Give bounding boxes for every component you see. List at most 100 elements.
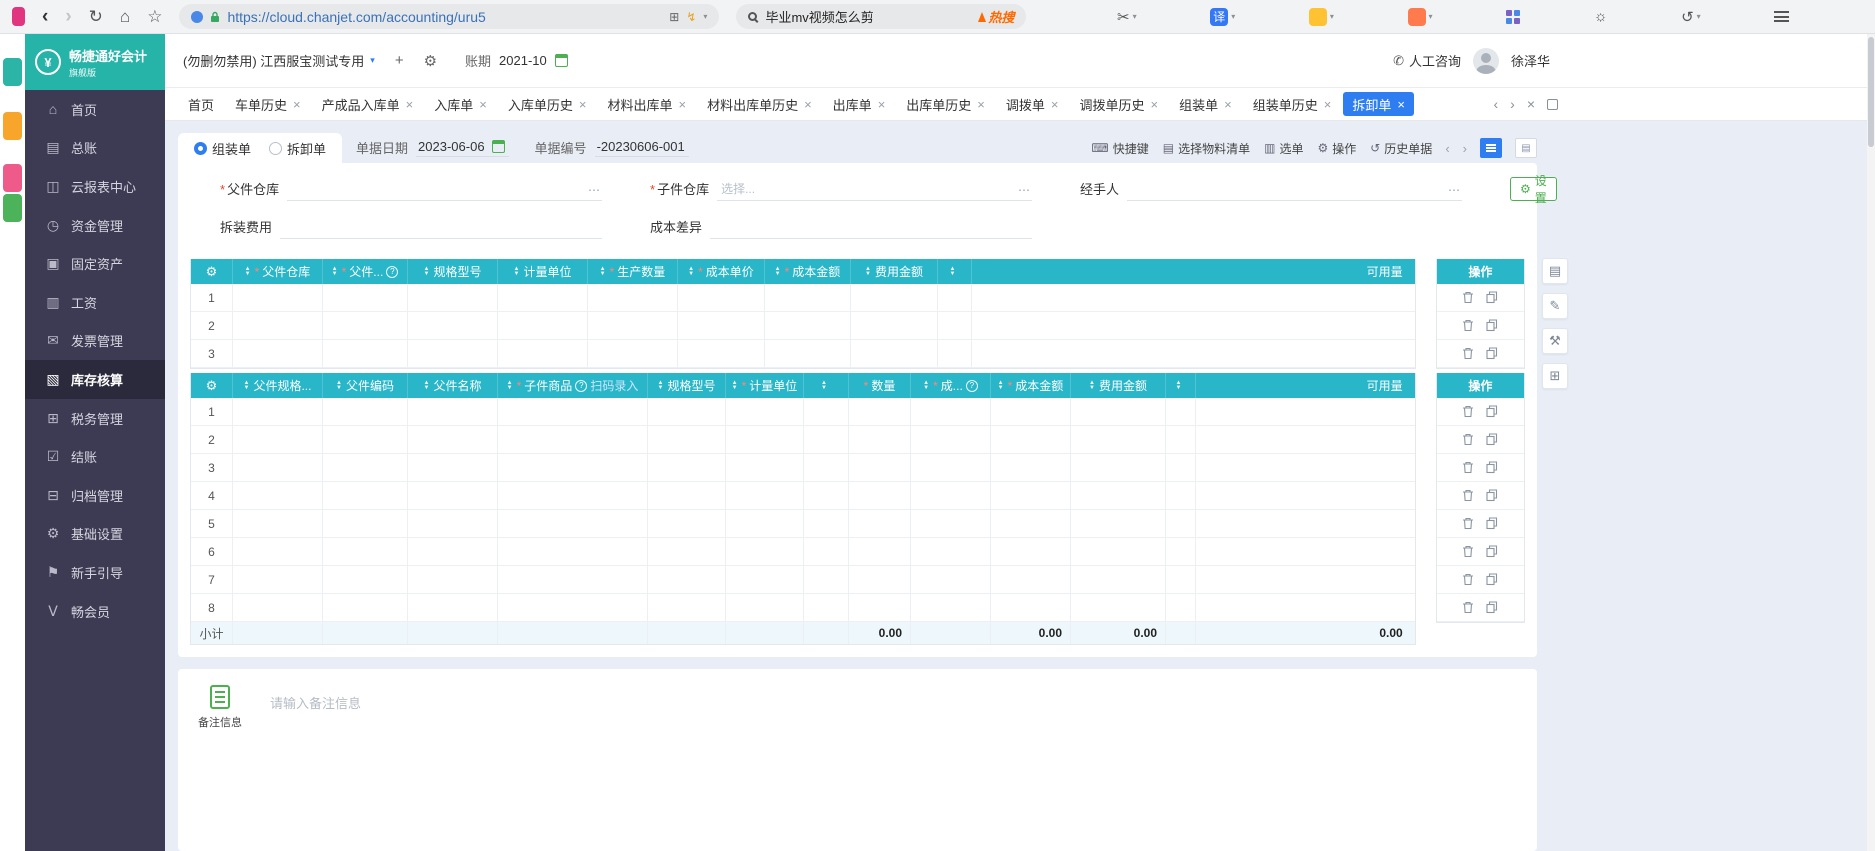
grid-cell[interactable] <box>911 538 991 565</box>
info-icon[interactable]: ? <box>965 379 978 392</box>
grid-cell[interactable] <box>1071 566 1166 593</box>
copy-row-icon[interactable] <box>1486 291 1498 304</box>
grid-cell[interactable] <box>938 284 972 311</box>
tabs-scroll-left-icon[interactable]: ‹ <box>1493 96 1498 112</box>
delete-row-icon[interactable] <box>1462 601 1474 614</box>
grid-cell[interactable] <box>1196 594 1415 621</box>
grid-cell[interactable] <box>849 566 911 593</box>
grid-cell[interactable] <box>804 594 849 621</box>
copy-row-icon[interactable] <box>1486 319 1498 332</box>
column-header[interactable]: ▲▼ * 父件名称 ? <box>408 373 498 398</box>
grid-cell[interactable] <box>323 594 408 621</box>
grid-cell[interactable] <box>1071 482 1166 509</box>
side-tool-button[interactable]: ⚒ <box>1542 328 1568 354</box>
grid-cell[interactable] <box>678 284 765 311</box>
grid-cell[interactable] <box>408 538 498 565</box>
apps-grid-button[interactable] <box>1506 9 1521 24</box>
grid-cell[interactable] <box>648 426 726 453</box>
grid-cell[interactable] <box>991 426 1071 453</box>
tab-close-icon[interactable]: × <box>878 98 886 111</box>
form-input[interactable]: ⋯ <box>710 217 1032 239</box>
grid-cell[interactable] <box>911 482 991 509</box>
toolbar-action[interactable]: ▤ 选择物料清单 <box>1163 140 1250 157</box>
grid-cell[interactable] <box>851 312 938 339</box>
toolbar-action[interactable]: ▥ 选单 <box>1264 140 1303 157</box>
grid-cell[interactable] <box>849 594 911 621</box>
sort-icon[interactable]: ▲ ▼ <box>424 380 430 391</box>
grid-cell[interactable] <box>1071 398 1166 425</box>
sort-icon[interactable]: ▲ ▼ <box>507 380 513 391</box>
grid-cell[interactable] <box>498 398 648 425</box>
more-icon[interactable]: ⋯ <box>1448 183 1460 197</box>
grid-cell[interactable] <box>1166 482 1196 509</box>
copy-row-icon[interactable] <box>1486 545 1498 558</box>
undo-button[interactable]: ↺ ▾ <box>1681 8 1701 26</box>
grid-cell[interactable] <box>323 538 408 565</box>
grid-cell[interactable] <box>648 594 726 621</box>
tab-close-icon[interactable]: × <box>406 98 414 111</box>
doc-date-input[interactable]: 2023-06-06 <box>416 139 509 157</box>
sidebar-item[interactable]: ⚑ 新手引导 <box>25 553 165 592</box>
grid-cell[interactable] <box>851 340 938 367</box>
grid-cell[interactable] <box>648 510 726 537</box>
form-input[interactable]: ⋯ <box>1127 179 1462 201</box>
grid-cell[interactable] <box>1196 538 1415 565</box>
sidebar-item[interactable]: ⊟ 归档管理 <box>25 476 165 515</box>
grid-cell[interactable] <box>1166 454 1196 481</box>
sidebar-item[interactable]: ◫ 云报表中心 <box>25 167 165 206</box>
grid-cell[interactable] <box>678 312 765 339</box>
more-icon[interactable]: ⋯ <box>1018 183 1030 197</box>
delete-row-icon[interactable] <box>1462 489 1474 502</box>
column-header[interactable]: ▲▼ * 规格型号 ? <box>648 373 726 398</box>
dock-icon-orange[interactable] <box>3 112 22 140</box>
sort-icon[interactable]: ▲ ▼ <box>732 380 738 391</box>
grid-cell[interactable] <box>1166 398 1196 425</box>
grid-cell[interactable] <box>1166 594 1196 621</box>
grid-cell[interactable] <box>726 454 804 481</box>
column-header[interactable]: ▲▼ * ? <box>938 259 972 284</box>
grid-cell[interactable] <box>911 426 991 453</box>
flash-icon[interactable]: ↯ <box>686 10 696 24</box>
delete-row-icon[interactable] <box>1462 319 1474 332</box>
next-doc-icon[interactable]: › <box>1463 141 1467 156</box>
hot-search-badge[interactable]: 热搜 <box>978 7 1014 26</box>
user-name[interactable]: 徐泽华 <box>1511 51 1550 70</box>
side-tool-button[interactable]: ✎ <box>1542 293 1568 319</box>
grid-cell[interactable] <box>726 426 804 453</box>
column-header[interactable]: ▲▼ * ? <box>804 373 849 398</box>
url-text[interactable]: https://cloud.chanjet.com/accounting/uru… <box>227 9 662 25</box>
sidebar-item[interactable]: ▤ 总账 <box>25 129 165 168</box>
grid-cell[interactable] <box>233 340 323 367</box>
grid-cell[interactable] <box>911 510 991 537</box>
column-header[interactable]: ▲▼ * 可用量 ? <box>972 259 1415 284</box>
translate-button[interactable]: 译 ▾ <box>1210 7 1235 26</box>
bookmark-star-icon[interactable]: ☆ <box>147 8 162 25</box>
grid-cell[interactable] <box>1166 510 1196 537</box>
grid-cell[interactable] <box>498 510 648 537</box>
grid-cell[interactable] <box>408 398 498 425</box>
grid-cell[interactable] <box>726 538 804 565</box>
delete-row-icon[interactable] <box>1462 545 1474 558</box>
grid-cell[interactable] <box>1166 538 1196 565</box>
delete-row-icon[interactable] <box>1462 347 1474 360</box>
grid-cell[interactable] <box>588 284 678 311</box>
column-header[interactable]: ▲ ▼ * 父件... ? <box>323 259 408 284</box>
column-header[interactable]: ▲▼ * 父件规格... ? <box>233 373 323 398</box>
add-account-set-button[interactable]: + <box>395 52 404 69</box>
column-header[interactable]: ▲▼ * 费用金额 ? <box>1071 373 1166 398</box>
form-input[interactable]: ⋯ <box>280 217 602 239</box>
tabs-scroll-right-icon[interactable]: › <box>1510 96 1515 112</box>
calendar-icon[interactable] <box>491 139 505 153</box>
form-input[interactable]: 选择... ⋯ <box>717 179 1032 201</box>
grid-cell[interactable] <box>804 566 849 593</box>
sort-icon[interactable]: ▲ ▼ <box>424 266 430 277</box>
grid-cell[interactable] <box>938 340 972 367</box>
column-header[interactable]: ▲ ▼ * 子件商品 ? 扫码录入 <box>498 373 648 398</box>
document-tab[interactable]: 车单历史 × <box>226 92 310 116</box>
grid-cell[interactable] <box>804 482 849 509</box>
sort-icon[interactable]: ▲ ▼ <box>1089 380 1095 391</box>
grid-cell[interactable] <box>726 594 804 621</box>
grid-cell[interactable] <box>849 398 911 425</box>
grid-cell[interactable] <box>408 510 498 537</box>
more-icon[interactable]: ⋯ <box>588 183 600 197</box>
